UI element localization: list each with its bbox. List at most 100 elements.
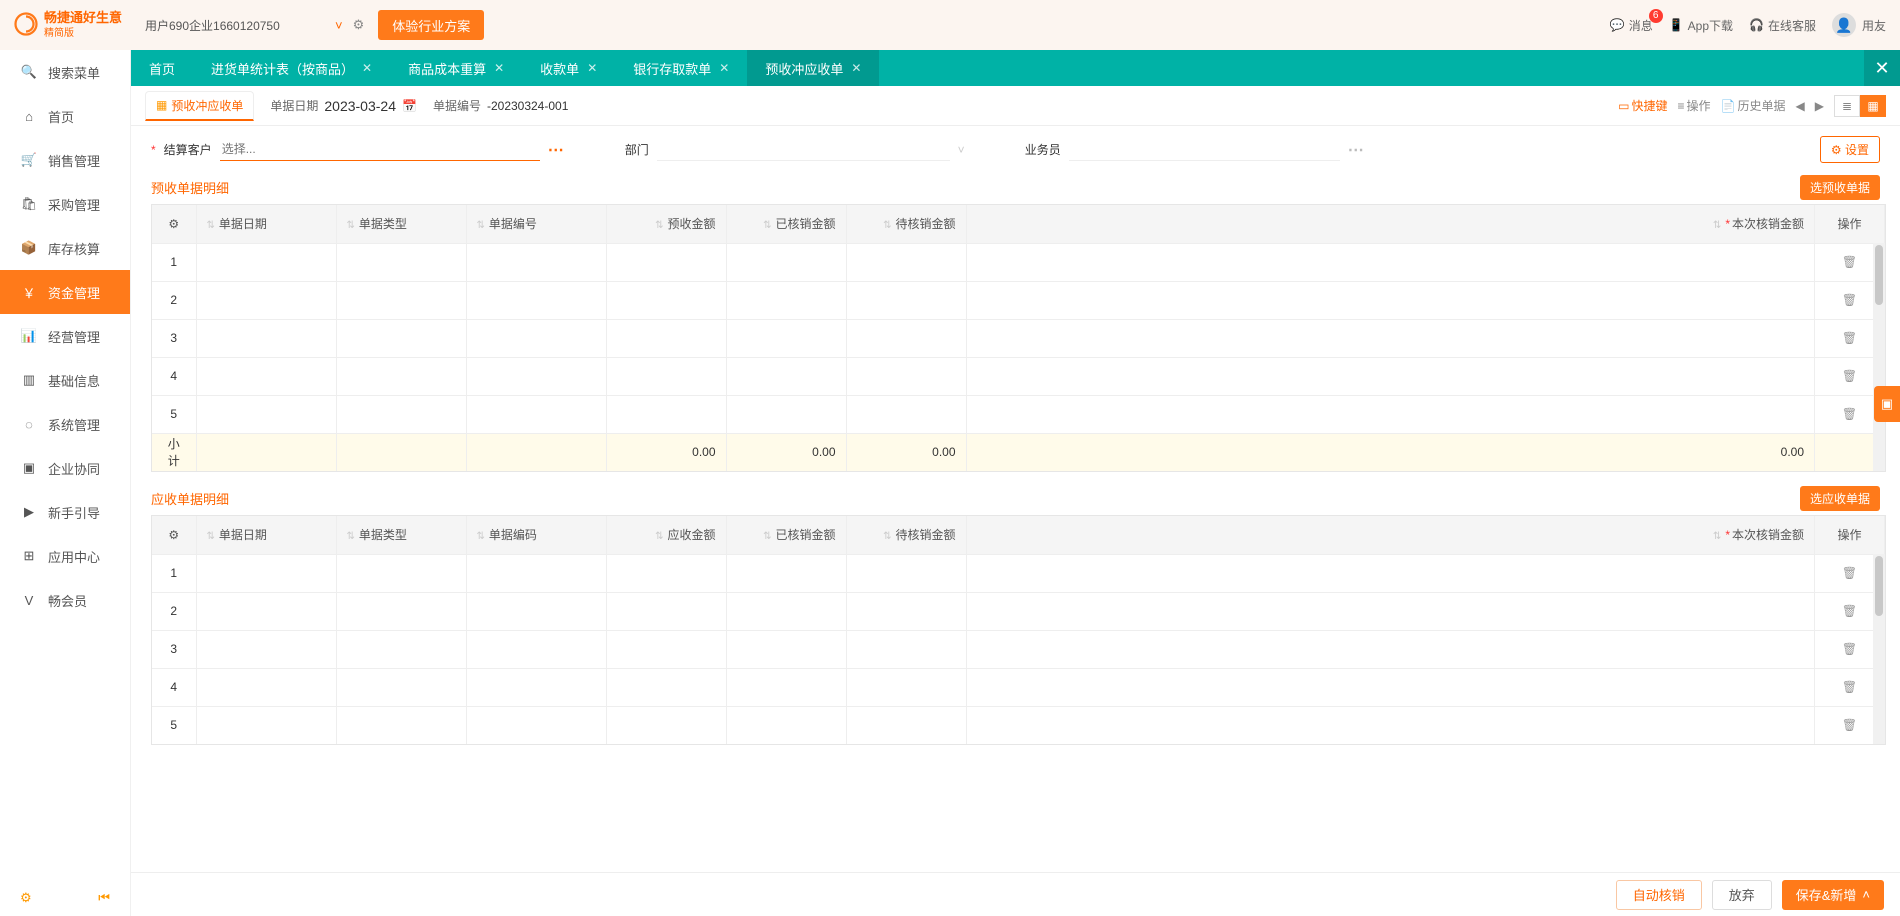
col-settled[interactable]: ⇅已核销金额 xyxy=(726,516,846,554)
col-settled[interactable]: ⇅已核销金额 xyxy=(726,205,846,243)
col-code[interactable]: ⇅单据编号 xyxy=(466,205,606,243)
tab-purchase-report[interactable]: 进货单统计表（按商品）✕ xyxy=(193,50,390,86)
sidebar-item-label: 销售管理 xyxy=(48,151,100,170)
save-and-new-button[interactable]: 保存&新增˄ xyxy=(1782,880,1884,910)
discard-button[interactable]: 放弃 xyxy=(1712,880,1772,910)
next-doc[interactable]: ▶ xyxy=(1815,99,1824,113)
doc-date-value[interactable]: 2023-03-24 xyxy=(324,98,396,114)
sidebar-item-sales[interactable]: 🛒销售管理 xyxy=(0,138,130,182)
sidebar-item-label: 畅会员 xyxy=(48,591,87,610)
customer-service-link[interactable]: 🎧 在线客服 xyxy=(1749,17,1816,34)
collapse-icon[interactable]: ⏮ xyxy=(98,890,110,906)
col-date[interactable]: ⇅单据日期 xyxy=(196,516,336,554)
dept-label: 部门 xyxy=(625,141,649,158)
table-row[interactable]: 4🗑 xyxy=(152,357,1885,395)
customer-lookup-icon[interactable]: ⋯ xyxy=(548,140,565,160)
tab-close-icon[interactable]: ✕ xyxy=(851,61,861,75)
select-prepay-button[interactable]: 选预收单据 xyxy=(1800,175,1880,200)
table-row[interactable]: 1🗑 xyxy=(152,243,1885,281)
col-gear[interactable]: ⚙ xyxy=(152,516,196,554)
dept-select[interactable] xyxy=(657,139,950,161)
delete-icon[interactable]: 🗑 xyxy=(1842,293,1857,307)
select-receivable-button[interactable]: 选应收单据 xyxy=(1800,486,1880,511)
trial-button[interactable]: 体验行业方案 xyxy=(378,10,484,40)
sidebar-item-vip[interactable]: V畅会员 xyxy=(0,578,130,622)
sidebar-item-apps[interactable]: ⊞应用中心 xyxy=(0,534,130,578)
delete-icon[interactable]: 🗑 xyxy=(1842,369,1857,383)
history-link[interactable]: 📄历史单据 xyxy=(1721,97,1786,114)
delete-icon[interactable]: 🗑 xyxy=(1842,680,1857,694)
col-type[interactable]: ⇅单据类型 xyxy=(336,516,466,554)
auto-settle-button[interactable]: 自动核销 xyxy=(1616,880,1702,910)
sidebar-item-basedata[interactable]: ▥基础信息 xyxy=(0,358,130,402)
view-detail-button[interactable]: ▦ xyxy=(1860,95,1886,117)
tab-bank[interactable]: 银行存取款单✕ xyxy=(615,50,747,86)
enterprise-selector[interactable]: 用户690企业1660120750 ˅ ⚙ xyxy=(145,17,364,34)
tab-cost-recalc[interactable]: 商品成本重算✕ xyxy=(390,50,522,86)
delete-icon[interactable]: 🗑 xyxy=(1842,255,1857,269)
customer-input[interactable] xyxy=(220,138,540,161)
sidebar-item-guide[interactable]: ▶新手引导 xyxy=(0,490,130,534)
operate-link[interactable]: ≡操作 xyxy=(1678,97,1711,114)
delete-icon[interactable]: 🗑 xyxy=(1842,407,1857,421)
col-gear[interactable]: ⚙ xyxy=(152,205,196,243)
col-code[interactable]: ⇅单据编码 xyxy=(466,516,606,554)
shortcut-link[interactable]: ▭快捷键 xyxy=(1618,97,1667,114)
table-row[interactable]: 3🗑 xyxy=(152,630,1885,668)
user-menu[interactable]: 👤 用友 xyxy=(1832,13,1886,37)
sidebar-item-system[interactable]: ◌系统管理 xyxy=(0,402,130,446)
scrollbar[interactable] xyxy=(1873,554,1885,744)
col-amt[interactable]: ⇅应收金额 xyxy=(606,516,726,554)
settings-gear-icon[interactable]: ⚙ xyxy=(20,890,32,906)
tab-prepay-offset[interactable]: 预收冲应收单✕ xyxy=(747,50,879,86)
tab-receipt[interactable]: 收款单✕ xyxy=(522,50,615,86)
sidebar-item-collab[interactable]: ▣企业协同 xyxy=(0,446,130,490)
tab-close-icon[interactable]: ✕ xyxy=(587,61,597,75)
delete-icon[interactable]: 🗑 xyxy=(1842,604,1857,618)
col-pending[interactable]: ⇅待核销金额 xyxy=(846,205,966,243)
staff-lookup-icon[interactable]: ⋯ xyxy=(1348,140,1365,160)
delete-icon[interactable]: 🗑 xyxy=(1842,566,1857,580)
col-date[interactable]: ⇅单据日期 xyxy=(196,205,336,243)
right-drawer-toggle[interactable]: ▣ xyxy=(1874,386,1900,422)
enterprise-gear-icon[interactable]: ⚙ xyxy=(353,17,365,33)
delete-icon[interactable]: 🗑 xyxy=(1842,642,1857,656)
col-this[interactable]: ⇅本次核销金额 xyxy=(966,516,1815,554)
delete-icon[interactable]: 🗑 xyxy=(1842,331,1857,345)
chevron-down-icon[interactable]: ˅ xyxy=(335,18,343,33)
view-list-button[interactable]: ≣ xyxy=(1834,95,1860,117)
table-row[interactable]: 4🗑 xyxy=(152,668,1885,706)
scrollbar[interactable] xyxy=(1873,243,1885,471)
app-download-link[interactable]: 📱 App下载 xyxy=(1669,17,1733,34)
sidebar-item-search[interactable]: 🔍搜索菜单 xyxy=(0,50,130,94)
table-row[interactable]: 2🗑 xyxy=(152,592,1885,630)
table-row[interactable]: 5🗑 xyxy=(152,395,1885,433)
prev-doc[interactable]: ◀ xyxy=(1796,99,1805,113)
tab-close-icon[interactable]: ✕ xyxy=(719,61,729,75)
delete-icon[interactable]: 🗑 xyxy=(1842,718,1857,732)
staff-select[interactable] xyxy=(1069,139,1340,161)
col-amt[interactable]: ⇅预收金额 xyxy=(606,205,726,243)
tab-home[interactable]: 首页 xyxy=(131,50,193,86)
calendar-icon[interactable]: 📅 xyxy=(402,99,417,113)
tab-close-icon[interactable]: ✕ xyxy=(494,61,504,75)
receivable-section-header: 应收单据明细 选应收单据 xyxy=(131,480,1900,515)
sidebar-item-home[interactable]: ⌂首页 xyxy=(0,94,130,138)
table-row[interactable]: 2🗑 xyxy=(152,281,1885,319)
close-all-tabs[interactable]: ✕ xyxy=(1864,50,1900,86)
sidebar-item-funds[interactable]: ￥资金管理 xyxy=(0,270,130,314)
table-row[interactable]: 5🗑 xyxy=(152,706,1885,744)
sidebar-item-operation[interactable]: 📊经营管理 xyxy=(0,314,130,358)
settings-button[interactable]: ⚙ 设置 xyxy=(1820,136,1880,163)
sidebar-item-label: 新手引导 xyxy=(48,503,100,522)
table-row[interactable]: 3🗑 xyxy=(152,319,1885,357)
sidebar-item-purchase[interactable]: 🛍采购管理 xyxy=(0,182,130,226)
messages-link[interactable]: 💬 消息 6 xyxy=(1610,17,1653,34)
col-pending[interactable]: ⇅待核销金额 xyxy=(846,516,966,554)
tab-close-icon[interactable]: ✕ xyxy=(362,61,372,75)
sidebar-item-inventory[interactable]: 📦库存核算 xyxy=(0,226,130,270)
col-this[interactable]: ⇅本次核销金额 xyxy=(966,205,1815,243)
chevron-down-icon[interactable]: ˅ xyxy=(958,143,965,157)
col-type[interactable]: ⇅单据类型 xyxy=(336,205,466,243)
table-row[interactable]: 1🗑 xyxy=(152,554,1885,592)
